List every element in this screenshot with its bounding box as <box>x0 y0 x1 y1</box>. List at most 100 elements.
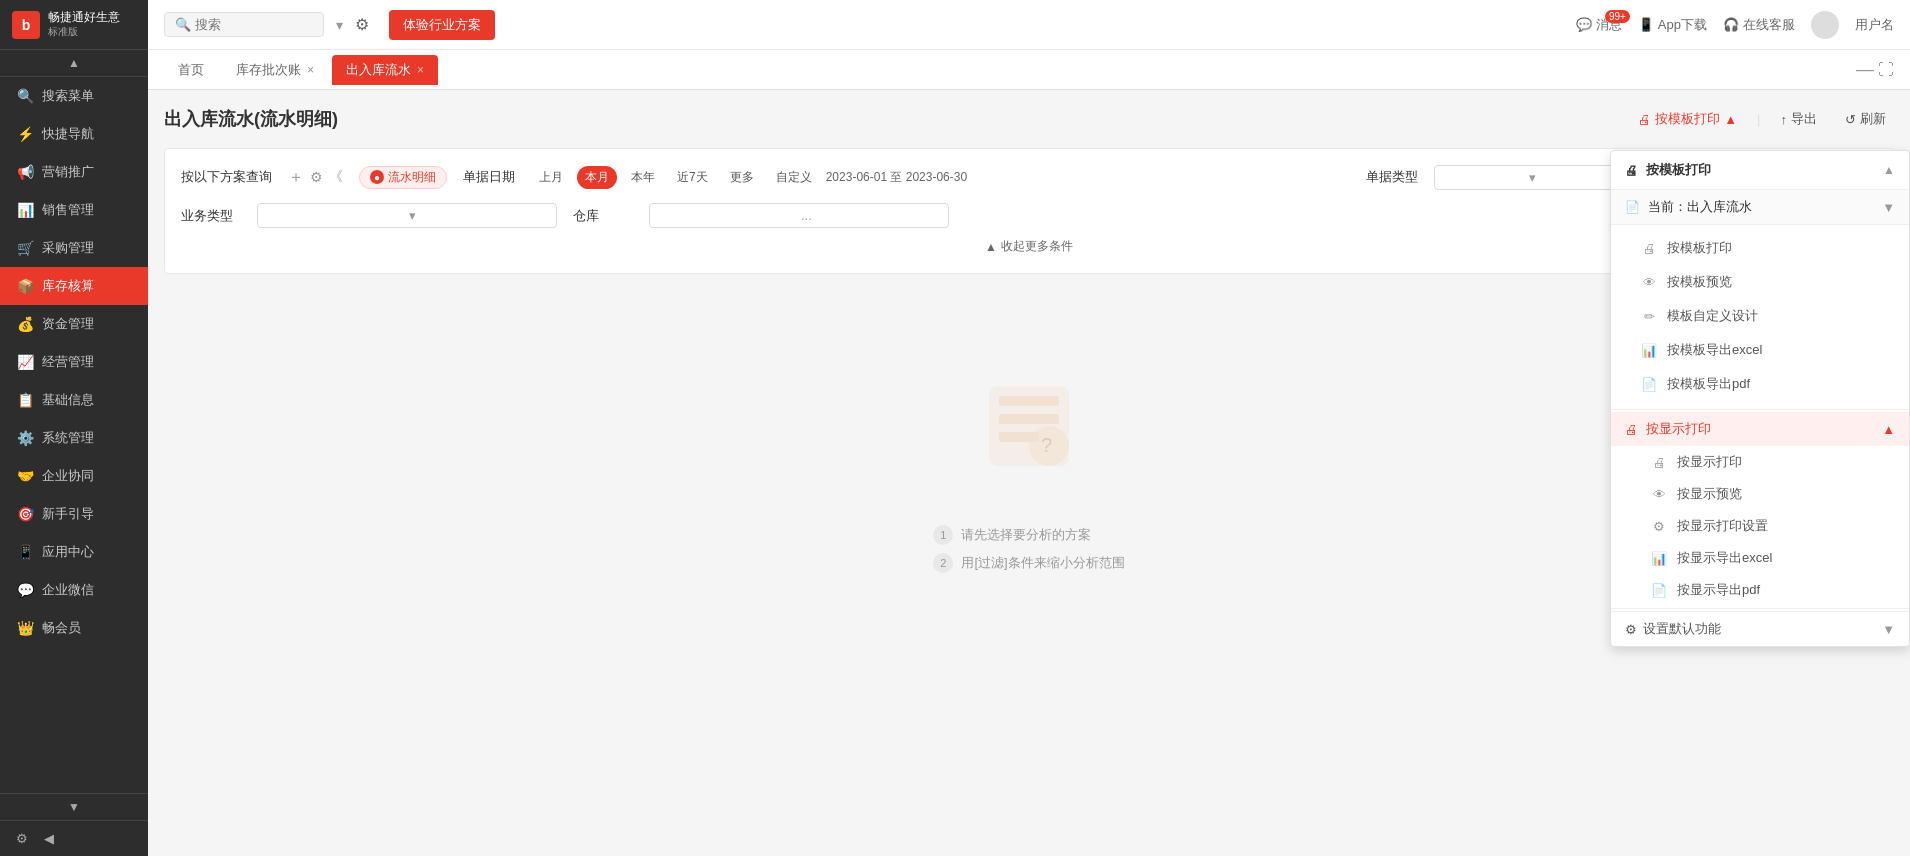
tab-flow-label: 出入库流水 <box>346 61 411 79</box>
app-logo: b 畅捷通好生意 标准版 <box>0 0 148 50</box>
print-footer: ⚙ 设置默认功能 ▼ <box>1611 611 1909 646</box>
filter-add-btn[interactable]: ＋ <box>288 167 304 188</box>
date-btn-7days[interactable]: 近7天 <box>669 166 716 189</box>
svg-rect-1 <box>999 396 1059 406</box>
date-btn-custom[interactable]: 自定义 <box>768 166 820 189</box>
dropdown-collapse-btn[interactable]: ▲ <box>1883 163 1895 177</box>
display-print-header[interactable]: 🖨 按显示打印 ▲ <box>1611 412 1909 446</box>
message-btn[interactable]: 💬 消息 99+ <box>1576 16 1622 34</box>
sidebar-item-operations[interactable]: 📈 经营管理 <box>0 343 148 381</box>
quick-nav-icon: ⚡ <box>16 125 34 143</box>
date-btn-this-year[interactable]: 本年 <box>623 166 663 189</box>
sidebar-item-search[interactable]: 🔍 搜索菜单 <box>0 77 148 115</box>
sidebar-item-guide[interactable]: 🎯 新手引导 <box>0 495 148 533</box>
service-label: 在线客服 <box>1743 16 1795 34</box>
printer-icon: 🖨 <box>1625 163 1638 178</box>
customize-icon: ✏ <box>1641 308 1657 324</box>
search-input[interactable] <box>195 17 313 32</box>
filter-actions: ＋ ⚙ 《 <box>288 167 343 188</box>
inventory-icon: 📦 <box>16 277 34 295</box>
tab-minimize-icon[interactable]: — <box>1856 59 1874 80</box>
sidebar-item-wechat[interactable]: 💬 企业微信 <box>0 571 148 609</box>
sidebar-item-collab[interactable]: 🤝 企业协同 <box>0 457 148 495</box>
template-export-pdf-item[interactable]: 📄 按模板导出pdf <box>1611 367 1909 401</box>
sidebar-item-basics[interactable]: 📋 基础信息 <box>0 381 148 419</box>
tab-batch[interactable]: 库存批次账 × <box>222 55 328 85</box>
main-content: 🔍 ▾ ⚙ 体验行业方案 💬 消息 99+ 📱 App下载 🎧 在线客服 用户名 <box>148 0 1910 856</box>
refresh-btn[interactable]: ↺ 刷新 <box>1837 106 1894 132</box>
tab-batch-close[interactable]: × <box>307 63 314 77</box>
export-btn[interactable]: ↑ 导出 <box>1773 106 1826 132</box>
empty-illustration: ? <box>969 366 1089 505</box>
app-download-btn[interactable]: 📱 App下载 <box>1638 16 1707 34</box>
template-export-excel-label: 按模板导出excel <box>1667 341 1762 359</box>
refresh-icon: ↺ <box>1845 112 1856 127</box>
template-customize-item[interactable]: ✏ 模板自定义设计 <box>1611 299 1909 333</box>
username-label[interactable]: 用户名 <box>1855 16 1894 34</box>
display-print-item[interactable]: 🖨 按显示打印 <box>1611 446 1909 478</box>
search-icon: 🔍 <box>175 17 191 32</box>
filter-settings-btn[interactable]: ⚙ <box>310 169 323 185</box>
wechat-icon: 💬 <box>16 581 34 599</box>
empty-step-1: 1 请先选择要分析的方案 <box>933 525 1124 545</box>
date-label: 单据日期 <box>463 168 515 186</box>
tab-flow[interactable]: 出入库流水 × <box>332 55 438 85</box>
sidebar-item-apps[interactable]: 📱 应用中心 <box>0 533 148 571</box>
set-default-btn[interactable]: ⚙ 设置默认功能 <box>1625 620 1721 638</box>
gear-icon[interactable]: ⚙ <box>355 15 369 34</box>
apps-icon: 📱 <box>16 543 34 561</box>
tab-home[interactable]: 首页 <box>164 55 218 85</box>
print-template-btn[interactable]: 🖨 按模板打印 ▲ <box>1630 106 1745 132</box>
template-print-item[interactable]: 🖨 按模板打印 <box>1611 231 1909 265</box>
trial-btn[interactable]: 体验行业方案 <box>389 10 495 40</box>
sidebar-item-vip[interactable]: 👑 畅会员 <box>0 609 148 647</box>
sidebar-item-label: 销售管理 <box>42 201 94 219</box>
tab-batch-label: 库存批次账 <box>236 61 301 79</box>
scroll-down-arrow[interactable]: ▼ <box>68 800 80 814</box>
sidebar-item-label: 资金管理 <box>42 315 94 333</box>
sidebar-bottom: ⚙ ◀ <box>0 820 148 856</box>
sidebar-item-label: 应用中心 <box>42 543 94 561</box>
sidebar-item-system[interactable]: ⚙️ 系统管理 <box>0 419 148 457</box>
display-print-settings-item[interactable]: ⚙ 按显示打印设置 <box>1611 510 1909 542</box>
template-preview-item[interactable]: 👁 按模板预览 <box>1611 265 1909 299</box>
filter-collapse-btn[interactable]: 《 <box>329 168 343 186</box>
display-preview-item[interactable]: 👁 按显示预览 <box>1611 478 1909 510</box>
sidebar-item-inventory[interactable]: 📦 库存核算 <box>0 267 148 305</box>
tab-expand-icon[interactable]: ⛶ <box>1878 61 1894 79</box>
display-export-excel-item[interactable]: 📊 按显示导出excel <box>1611 542 1909 574</box>
business-type-input[interactable]: ▾ <box>257 203 557 228</box>
warehouse-label: 仓库 <box>573 207 633 225</box>
settings-btn[interactable]: ⚙ <box>16 831 28 846</box>
app-label: App下载 <box>1658 16 1707 34</box>
user-avatar[interactable] <box>1811 11 1839 39</box>
date-btn-prev-month[interactable]: 上月 <box>531 166 571 189</box>
display-print-subsection: 🖨 按显示打印 👁 按显示预览 ⚙ 按显示打印设置 📊 <box>1611 446 1909 606</box>
sidebar-item-quick-nav[interactable]: ⚡ 快捷导航 <box>0 115 148 153</box>
display-export-pdf-item[interactable]: 📄 按显示导出pdf <box>1611 574 1909 606</box>
date-btn-this-month[interactable]: 本月 <box>577 166 617 189</box>
current-arrow[interactable]: ▼ <box>1882 200 1895 215</box>
topbar-right: 💬 消息 99+ 📱 App下载 🎧 在线客服 用户名 <box>1576 11 1894 39</box>
sidebar-item-purchase[interactable]: 🛒 采购管理 <box>0 229 148 267</box>
topbar-dropdown[interactable]: ▾ <box>336 17 343 33</box>
sidebar-item-marketing[interactable]: 📢 营销推广 <box>0 153 148 191</box>
warehouse-more[interactable]: ... <box>801 208 938 223</box>
excel-icon: 📊 <box>1651 550 1667 566</box>
sidebar-item-sales[interactable]: 📊 销售管理 <box>0 191 148 229</box>
scroll-up-arrow[interactable]: ▲ <box>68 56 80 70</box>
collapse-icon: ▲ <box>985 240 997 254</box>
online-service-btn[interactable]: 🎧 在线客服 <box>1723 16 1795 34</box>
sidebar-item-finance[interactable]: 💰 资金管理 <box>0 305 148 343</box>
warehouse-select[interactable]: ... <box>649 203 949 228</box>
display-section-arrow: ▲ <box>1882 422 1895 437</box>
sidebar-item-label: 经营管理 <box>42 353 94 371</box>
tab-flow-close[interactable]: × <box>417 63 424 77</box>
template-export-excel-item[interactable]: 📊 按模板导出excel <box>1611 333 1909 367</box>
date-btn-more[interactable]: 更多 <box>722 166 762 189</box>
set-default-arrow[interactable]: ▼ <box>1882 622 1895 637</box>
print-dropdown-header: 🖨 按模板打印 ▲ <box>1611 151 1909 190</box>
purchase-icon: 🛒 <box>16 239 34 257</box>
collapse-sidebar-btn[interactable]: ◀ <box>44 831 54 846</box>
topbar-search-box[interactable]: 🔍 <box>164 12 324 37</box>
